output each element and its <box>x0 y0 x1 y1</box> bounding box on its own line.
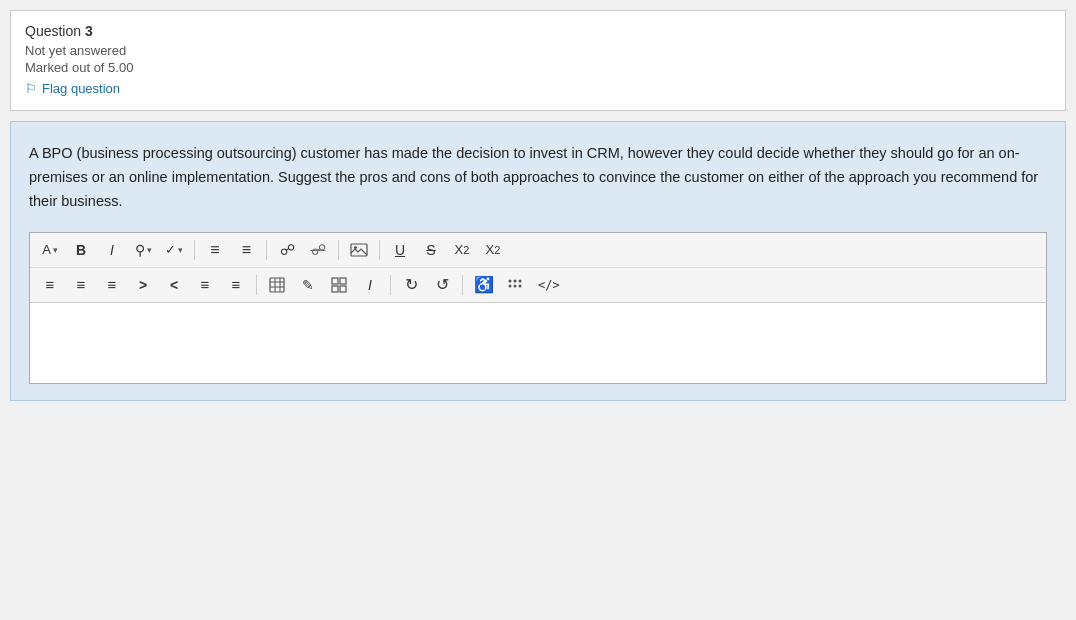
svg-rect-9 <box>332 286 338 292</box>
check-icon: ✓ <box>165 242 176 257</box>
spell-check-button[interactable]: ✓ ▾ <box>160 237 188 263</box>
question-marked: Marked out of 5.00 <box>25 60 1051 75</box>
svg-point-16 <box>519 284 522 287</box>
font-label: A <box>42 242 51 257</box>
unlink-button[interactable]: ☍ <box>304 237 332 263</box>
indent-more-button[interactable]: > <box>129 272 157 298</box>
color-icon: ⚲ <box>135 242 145 258</box>
superscript-button[interactable]: X2 <box>479 237 507 263</box>
color-dropdown-arrow: ▾ <box>147 245 152 255</box>
svg-point-1 <box>354 246 357 249</box>
table-insert-button[interactable] <box>263 272 291 298</box>
separator-3 <box>338 240 339 260</box>
source-code-button[interactable]: </> <box>533 272 565 298</box>
font-dropdown-arrow: ▾ <box>53 245 58 255</box>
italic-button[interactable]: I <box>98 237 126 263</box>
font-button[interactable]: A ▾ <box>36 237 64 263</box>
svg-point-14 <box>509 284 512 287</box>
unordered-list-button[interactable]: ≡ <box>232 237 260 263</box>
separator-1 <box>194 240 195 260</box>
editor-content-area[interactable] <box>30 303 1046 383</box>
image-icon <box>350 243 368 257</box>
flag-icon: ⚐ <box>25 81 37 96</box>
question-text: A BPO (business processing outsourcing) … <box>29 142 1047 214</box>
svg-rect-7 <box>332 278 338 284</box>
question-body-panel: A BPO (business processing outsourcing) … <box>10 121 1066 401</box>
svg-point-15 <box>514 284 517 287</box>
editor-container: A ▾ B I ⚲ ▾ ✓ ▾ ≡ <box>29 232 1047 384</box>
grid-view-button[interactable] <box>325 272 353 298</box>
flag-question-label: Flag question <box>42 81 120 96</box>
accessibility-button[interactable]: ♿ <box>469 272 499 298</box>
svg-point-11 <box>509 279 512 282</box>
separator-6 <box>390 275 391 295</box>
subscript-button[interactable]: X2 <box>448 237 476 263</box>
edit-special-button[interactable]: ✎ <box>294 272 322 298</box>
link-button[interactable]: ☍ <box>273 237 301 263</box>
format-block-button[interactable]: I <box>356 272 384 298</box>
bold-button[interactable]: B <box>67 237 95 263</box>
align-right-button[interactable]: ≡ <box>98 272 126 298</box>
text-color-button[interactable]: ⚲ ▾ <box>129 237 157 263</box>
undo-button[interactable]: ↻ <box>397 272 425 298</box>
separator-5 <box>256 275 257 295</box>
ordered-list-button[interactable]: ≡ <box>201 237 229 263</box>
redo-button[interactable]: ↺ <box>428 272 456 298</box>
toolbar-row-1: A ▾ B I ⚲ ▾ ✓ ▾ ≡ <box>30 233 1046 268</box>
svg-rect-8 <box>340 278 346 284</box>
svg-rect-10 <box>340 286 346 292</box>
toolbar-row-2: ≡ ≡ ≡ > < ≡ ≡ <box>30 268 1046 302</box>
question-status: Not yet answered <box>25 43 1051 58</box>
align-left-button[interactable]: ≡ <box>36 272 64 298</box>
blockquote-button[interactable]: ≡ <box>191 272 219 298</box>
special-chars-icon <box>507 278 525 292</box>
underline-button[interactable]: U <box>386 237 414 263</box>
check-dropdown-arrow: ▾ <box>178 245 183 255</box>
image-button[interactable] <box>345 237 373 263</box>
question-label: Question 3 <box>25 23 1051 39</box>
svg-point-12 <box>514 279 517 282</box>
svg-rect-2 <box>270 278 284 292</box>
svg-point-13 <box>519 279 522 282</box>
table-icon <box>269 277 285 293</box>
separator-4 <box>379 240 380 260</box>
special-chars-button[interactable] <box>502 272 530 298</box>
indent-less-button[interactable]: < <box>160 272 188 298</box>
strikethrough-button[interactable]: S <box>417 237 445 263</box>
subscript-indicator: 2 <box>463 244 469 256</box>
superscript-indicator: 2 <box>494 244 500 256</box>
editor-toolbar: A ▾ B I ⚲ ▾ ✓ ▾ ≡ <box>30 233 1046 303</box>
flag-question-button[interactable]: ⚐ Flag question <box>25 81 1051 96</box>
code-block-button[interactable]: ≡ <box>222 272 250 298</box>
grid-icon <box>331 277 347 293</box>
question-number: 3 <box>85 23 93 39</box>
align-center-button[interactable]: ≡ <box>67 272 95 298</box>
separator-2 <box>266 240 267 260</box>
separator-7 <box>462 275 463 295</box>
question-meta-panel: Question 3 Not yet answered Marked out o… <box>10 10 1066 111</box>
